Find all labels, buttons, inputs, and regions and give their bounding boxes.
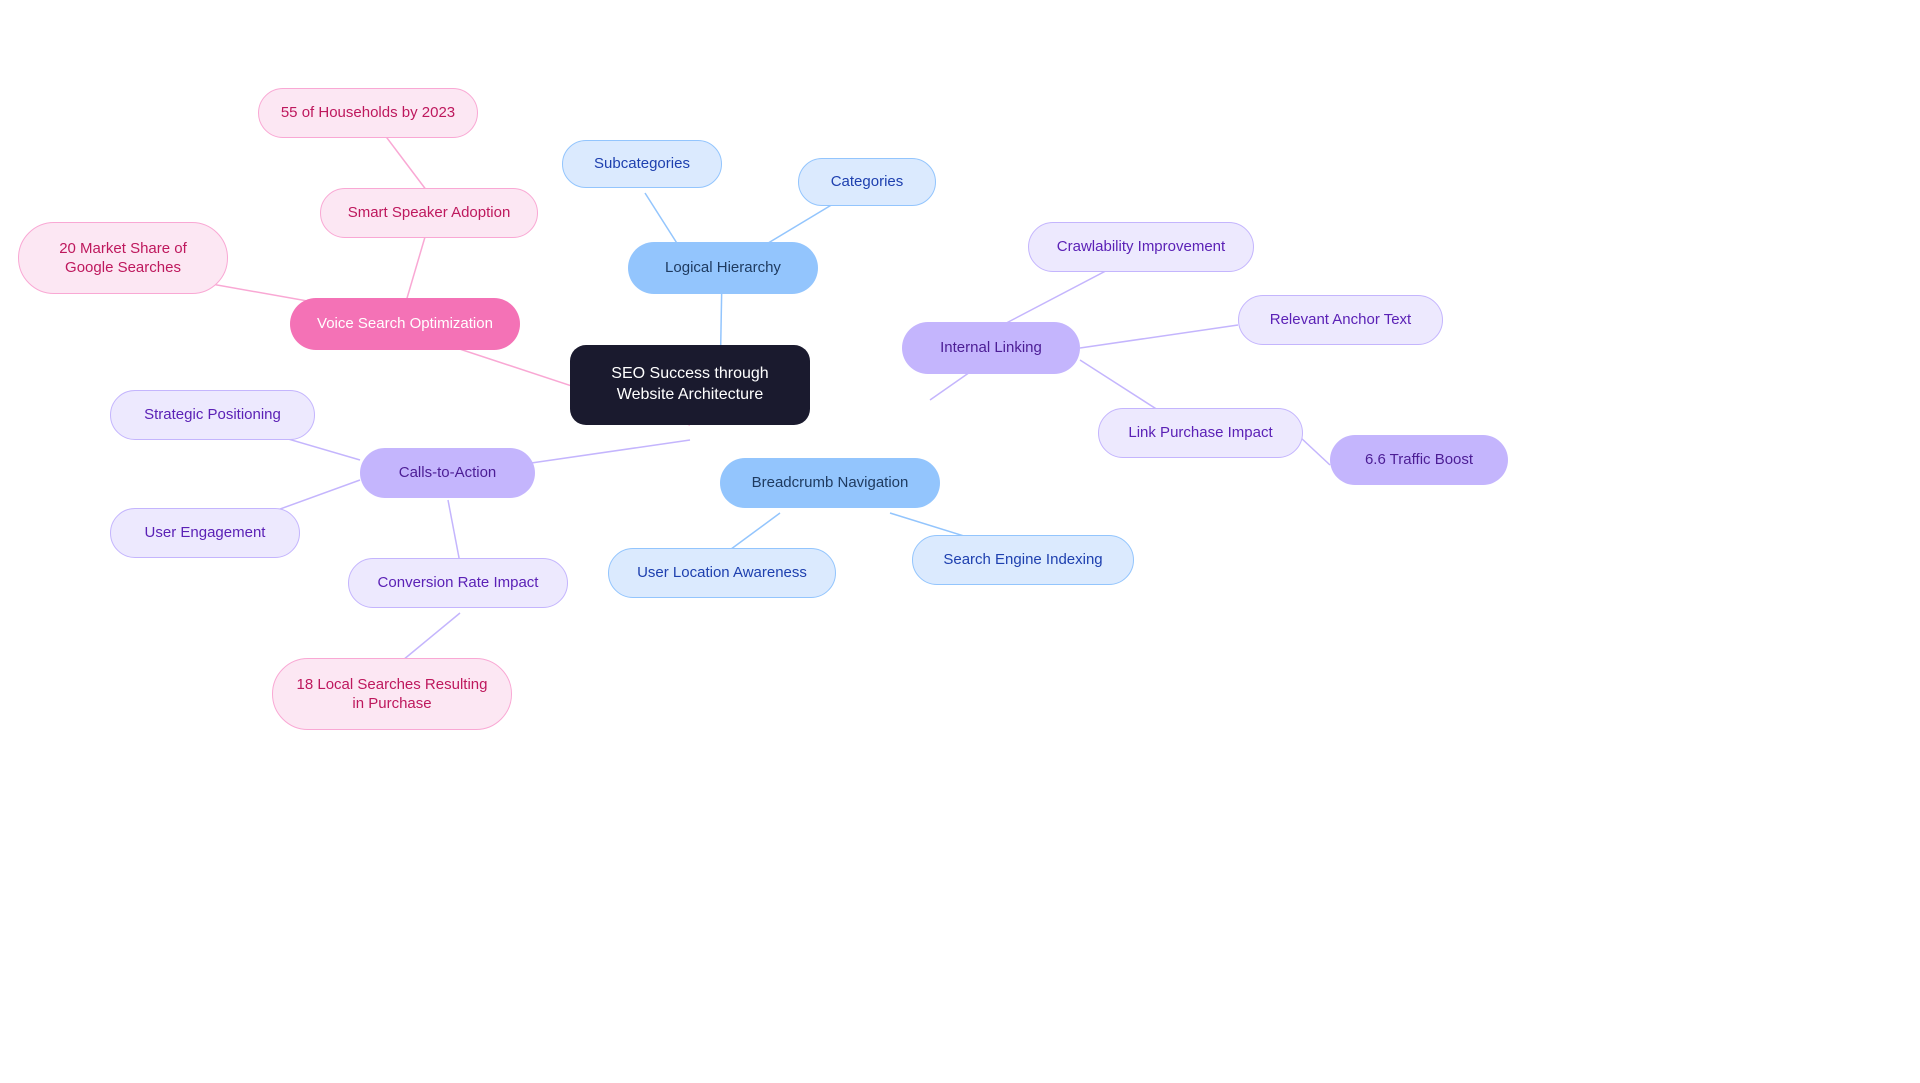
user-location-label: User Location Awareness <box>637 563 807 583</box>
internal-linking-node: Internal Linking <box>902 322 1080 374</box>
market-share-label: 20 Market Share of Google Searches <box>37 239 209 278</box>
user-engagement-node: User Engagement <box>110 508 300 558</box>
subcategories-label: Subcategories <box>594 154 690 174</box>
categories-label: Categories <box>831 172 904 192</box>
households-node: 55 of Households by 2023 <box>258 88 478 138</box>
crawlability-label: Crawlability Improvement <box>1057 237 1225 257</box>
center-node: SEO Success through Website Architecture <box>570 345 810 425</box>
smart-speaker-node: Smart Speaker Adoption <box>320 188 538 238</box>
voice-search-node: Voice Search Optimization <box>290 298 520 350</box>
search-engine-label: Search Engine Indexing <box>943 550 1102 570</box>
crawlability-node: Crawlability Improvement <box>1028 222 1254 272</box>
strategic-node: Strategic Positioning <box>110 390 315 440</box>
traffic-boost-node: 6.6 Traffic Boost <box>1330 435 1508 485</box>
internal-linking-label: Internal Linking <box>940 338 1042 358</box>
subcategories-node: Subcategories <box>562 140 722 188</box>
search-engine-node: Search Engine Indexing <box>912 535 1134 585</box>
conversion-label: Conversion Rate Impact <box>378 573 539 593</box>
categories-node: Categories <box>798 158 936 206</box>
breadcrumb-node: Breadcrumb Navigation <box>720 458 940 508</box>
link-purchase-node: Link Purchase Impact <box>1098 408 1303 458</box>
anchor-text-node: Relevant Anchor Text <box>1238 295 1443 345</box>
logical-hierarchy-node: Logical Hierarchy <box>628 242 818 294</box>
logical-hierarchy-label: Logical Hierarchy <box>665 258 781 278</box>
local-searches-label: 18 Local Searches Resulting in Purchase <box>291 675 493 714</box>
calls-to-action-label: Calls-to-Action <box>399 463 497 483</box>
voice-search-label: Voice Search Optimization <box>317 314 493 334</box>
breadcrumb-label: Breadcrumb Navigation <box>752 473 909 493</box>
conversion-node: Conversion Rate Impact <box>348 558 568 608</box>
anchor-text-label: Relevant Anchor Text <box>1270 310 1411 330</box>
local-searches-node: 18 Local Searches Resulting in Purchase <box>272 658 512 730</box>
households-label: 55 of Households by 2023 <box>281 103 455 123</box>
user-engagement-label: User Engagement <box>145 523 266 543</box>
traffic-boost-label: 6.6 Traffic Boost <box>1365 450 1473 470</box>
calls-to-action-node: Calls-to-Action <box>360 448 535 498</box>
strategic-label: Strategic Positioning <box>144 405 281 425</box>
center-label: SEO Success through Website Architecture <box>588 364 792 406</box>
smart-speaker-label: Smart Speaker Adoption <box>348 203 511 223</box>
link-purchase-label: Link Purchase Impact <box>1128 423 1272 443</box>
user-location-node: User Location Awareness <box>608 548 836 598</box>
market-share-node: 20 Market Share of Google Searches <box>18 222 228 294</box>
